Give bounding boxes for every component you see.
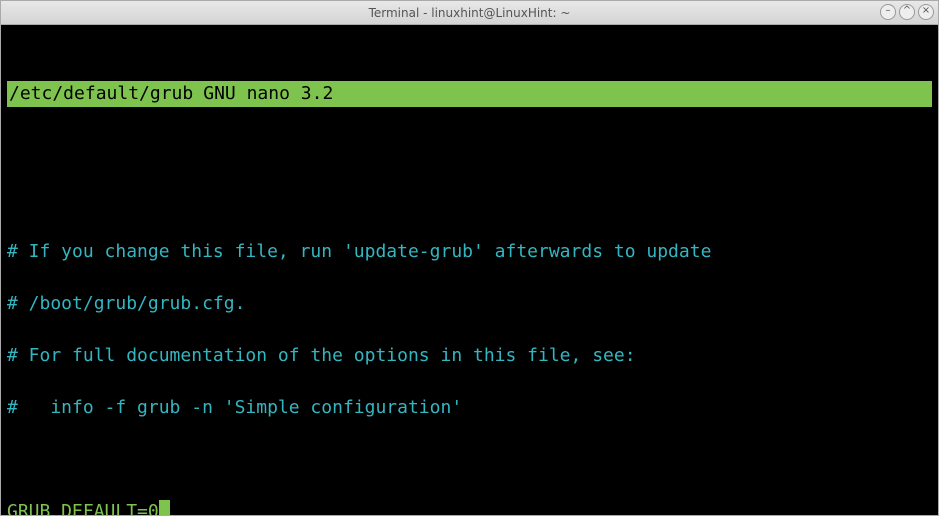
editor-body[interactable]: # If you change this file, run 'update-g… (7, 161, 932, 515)
window-title: Terminal - linuxhint@LinuxHint: ~ (369, 6, 571, 20)
nano-header: /etc/default/grub GNU nano 3.2 (7, 81, 932, 107)
terminal-window: Terminal - linuxhint@LinuxHint: ~ – ^ × … (0, 0, 939, 516)
window-controls: – ^ × (880, 4, 934, 20)
file-line-cursor: GRUB_DEFAULT=0 (7, 499, 932, 515)
window-titlebar[interactable]: Terminal - linuxhint@LinuxHint: ~ – ^ × (1, 1, 938, 25)
minimize-button[interactable]: – (880, 4, 896, 20)
blank-line (7, 187, 932, 213)
file-line: # info -f grub -n 'Simple configuration' (7, 395, 932, 421)
file-line: # /boot/grub/grub.cfg. (7, 291, 932, 317)
terminal-viewport[interactable]: /etc/default/grub GNU nano 3.2 # If you … (1, 25, 938, 515)
close-button[interactable]: × (918, 4, 934, 20)
maximize-button[interactable]: ^ (899, 4, 915, 20)
nano-app-name: GNU nano 3.2 (193, 81, 333, 107)
nano-filename: /etc/default/grub (9, 81, 193, 107)
cursor-icon (159, 500, 170, 515)
file-line: # If you change this file, run 'update-g… (7, 239, 932, 265)
blank-line (7, 447, 932, 473)
file-line: # For full documentation of the options … (7, 343, 932, 369)
